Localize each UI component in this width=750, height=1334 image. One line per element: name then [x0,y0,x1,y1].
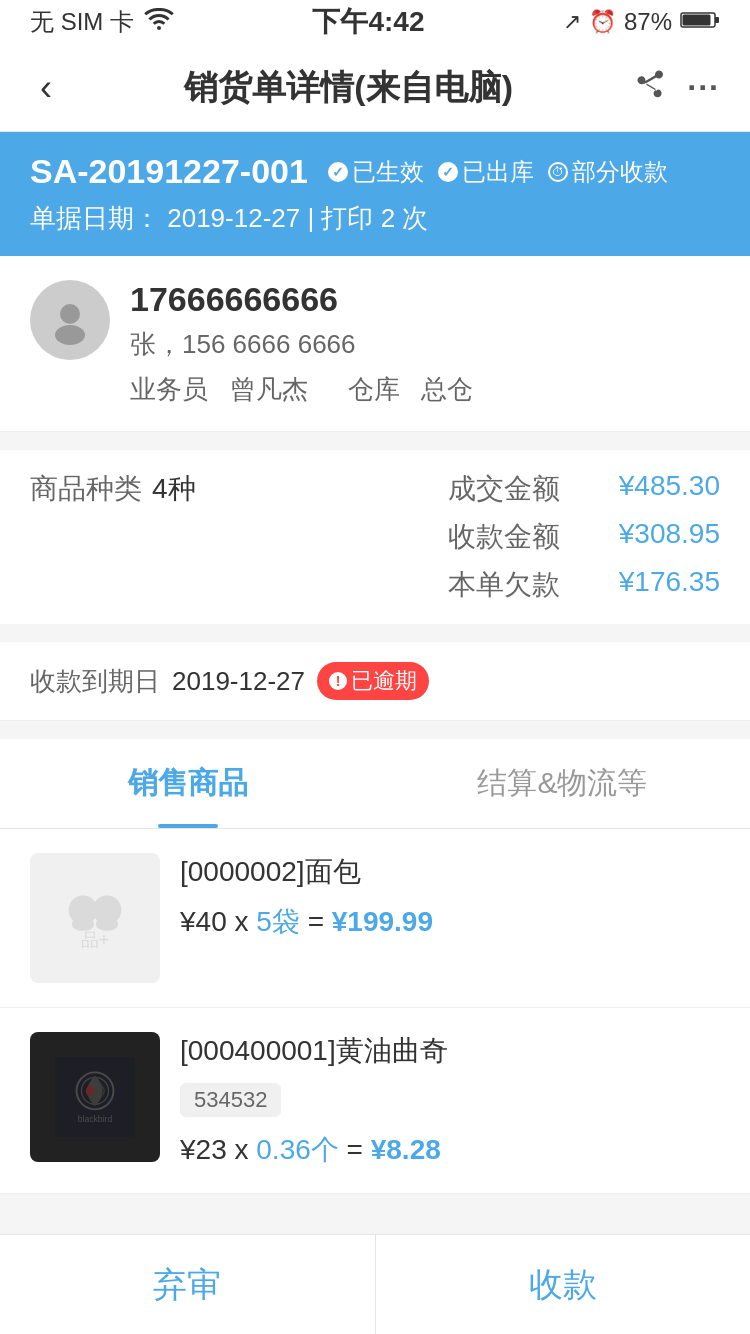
order-date: 2019-12-27 [167,203,300,233]
status-time: 下午4:42 [312,3,424,41]
sales-label: 业务员 [130,374,208,404]
order-id: SA-20191227-001 [30,152,308,191]
sales-name: 曾凡杰 [230,374,308,404]
received-amount-value: ¥308.95 [580,518,720,556]
customer-avatar [30,280,110,360]
due-date-section: 收款到期日 2019-12-27 ! 已逾期 [0,642,750,721]
date-label: 单据日期： [30,203,160,233]
print-count: | 打印 2 次 [307,203,428,233]
due-amount-label: 本单欠款 [448,566,560,604]
product-image-2: blackbird [30,1032,160,1162]
warehouse-label: 仓库 [348,374,400,404]
customer-name-phone: 张，156 6666 6666 [130,327,720,362]
due-date-label: 收款到期日 [30,664,160,699]
deal-amount-row: 成交金额 ¥485.30 [448,470,720,508]
customer-id: 17666666666 [130,280,720,319]
sales-info: 业务员 曾凡杰 [130,372,308,407]
overdue-label: 已逾期 [351,666,417,696]
svg-point-4 [55,325,85,345]
badge-shipped: ✓ 已出库 [438,156,534,188]
battery-icon [680,8,720,36]
more-icon[interactable]: ··· [687,69,720,106]
badge-effective: ✓ 已生效 [328,156,424,188]
svg-rect-2 [682,15,710,26]
wifi-icon [144,8,174,36]
product-name-2: [000400001]黄油曲奇 [180,1032,720,1070]
nav-right: ··· [635,68,720,107]
collect-payment-button[interactable]: 收款 [376,1235,751,1334]
overdue-icon: ! [329,672,347,690]
order-header: SA-20191227-001 ✓ 已生效 ✓ 已出库 ⏱ 部分收款 单据日期：… [0,132,750,256]
product-price-1: ¥40 x 5袋 = ¥199.99 [180,903,720,941]
product-item-1: 品+ [0000002]面包 ¥40 x 5袋 = ¥199.99 [0,829,750,1008]
overdue-badge: ! 已逾期 [317,662,429,700]
svg-text:品+: 品+ [81,930,109,950]
status-right: ↗ ⏰ 87% [563,8,720,36]
due-date-value: 2019-12-27 [172,666,305,697]
received-amount-label: 收款金额 [448,518,560,556]
product-types: 商品种类 4种 [30,470,196,508]
cancel-review-button[interactable]: 弃审 [0,1235,376,1334]
svg-point-8 [96,918,118,931]
status-left: 无 SIM 卡 [30,6,174,38]
svg-point-7 [72,918,94,931]
carrier-text: 无 SIM 卡 [30,6,134,38]
order-date-row: 单据日期： 2019-12-27 | 打印 2 次 [30,201,720,236]
product-info-1: [0000002]面包 ¥40 x 5袋 = ¥199.99 [180,853,720,941]
product-info-2: [000400001]黄油曲奇 534532 ¥23 x 0.36个 = ¥8.… [180,1032,720,1169]
order-header-row1: SA-20191227-001 ✓ 已生效 ✓ 已出库 ⏱ 部分收款 [30,152,720,191]
alarm-icon: ⏰ [589,9,616,35]
received-amount-row: 收款金额 ¥308.95 [448,518,720,556]
amount-section: 商品种类 4种 成交金额 ¥485.30 收款金额 ¥308.95 本单欠款 ¥… [0,450,750,624]
customer-section: 17666666666 张，156 6666 6666 业务员 曾凡杰 仓库 总… [0,256,750,432]
product-types-label: 商品种类 [30,470,142,508]
product-price-2: ¥23 x 0.36个 = ¥8.28 [180,1131,720,1169]
location-icon: ↗ [563,9,581,35]
status-badges: ✓ 已生效 ✓ 已出库 ⏱ 部分收款 [328,156,668,188]
clock-icon: ⏱ [548,162,568,182]
warehouse-name: 总仓 [421,374,473,404]
product-item-2: blackbird [000400001]黄油曲奇 534532 ¥23 x 0… [0,1008,750,1194]
nav-title: 销货单详情(来自电脑) [184,65,513,111]
check-icon-2: ✓ [438,162,458,182]
svg-rect-1 [715,17,719,23]
status-bar: 无 SIM 卡 下午4:42 ↗ ⏰ 87% [0,0,750,44]
product-tag-2: 534532 [180,1083,281,1117]
product-name-1: [0000002]面包 [180,853,720,891]
product-list: 品+ [0000002]面包 ¥40 x 5袋 = ¥199.99 blackb… [0,829,750,1194]
amounts-right: 成交金额 ¥485.30 收款金额 ¥308.95 本单欠款 ¥176.35 [448,470,720,604]
tab-sales-products[interactable]: 销售商品 [0,739,375,828]
svg-point-3 [60,304,80,324]
due-amount-value: ¥176.35 [580,566,720,604]
bottom-bar: 弃审 收款 [0,1234,750,1334]
svg-text:blackbird: blackbird [78,1114,113,1124]
badge-partial-payment: ⏱ 部分收款 [548,156,668,188]
product-types-value: 4种 [152,470,196,508]
warehouse-info: 仓库 总仓 [348,372,474,407]
customer-meta: 业务员 曾凡杰 仓库 总仓 [130,372,720,407]
nav-bar: ‹ 销货单详情(来自电脑) ··· [0,44,750,132]
back-button[interactable]: ‹ [30,57,62,119]
deal-amount-value: ¥485.30 [580,470,720,508]
customer-info: 17666666666 张，156 6666 6666 业务员 曾凡杰 仓库 总… [130,280,720,407]
battery-text: 87% [624,8,672,36]
due-amount-row: 本单欠款 ¥176.35 [448,566,720,604]
share-icon[interactable] [635,68,667,107]
check-icon: ✓ [328,162,348,182]
deal-amount-label: 成交金额 [448,470,560,508]
tab-settlement-logistics[interactable]: 结算&物流等 [375,739,750,828]
product-image-1: 品+ [30,853,160,983]
product-tabs: 销售商品 结算&物流等 [0,739,750,829]
